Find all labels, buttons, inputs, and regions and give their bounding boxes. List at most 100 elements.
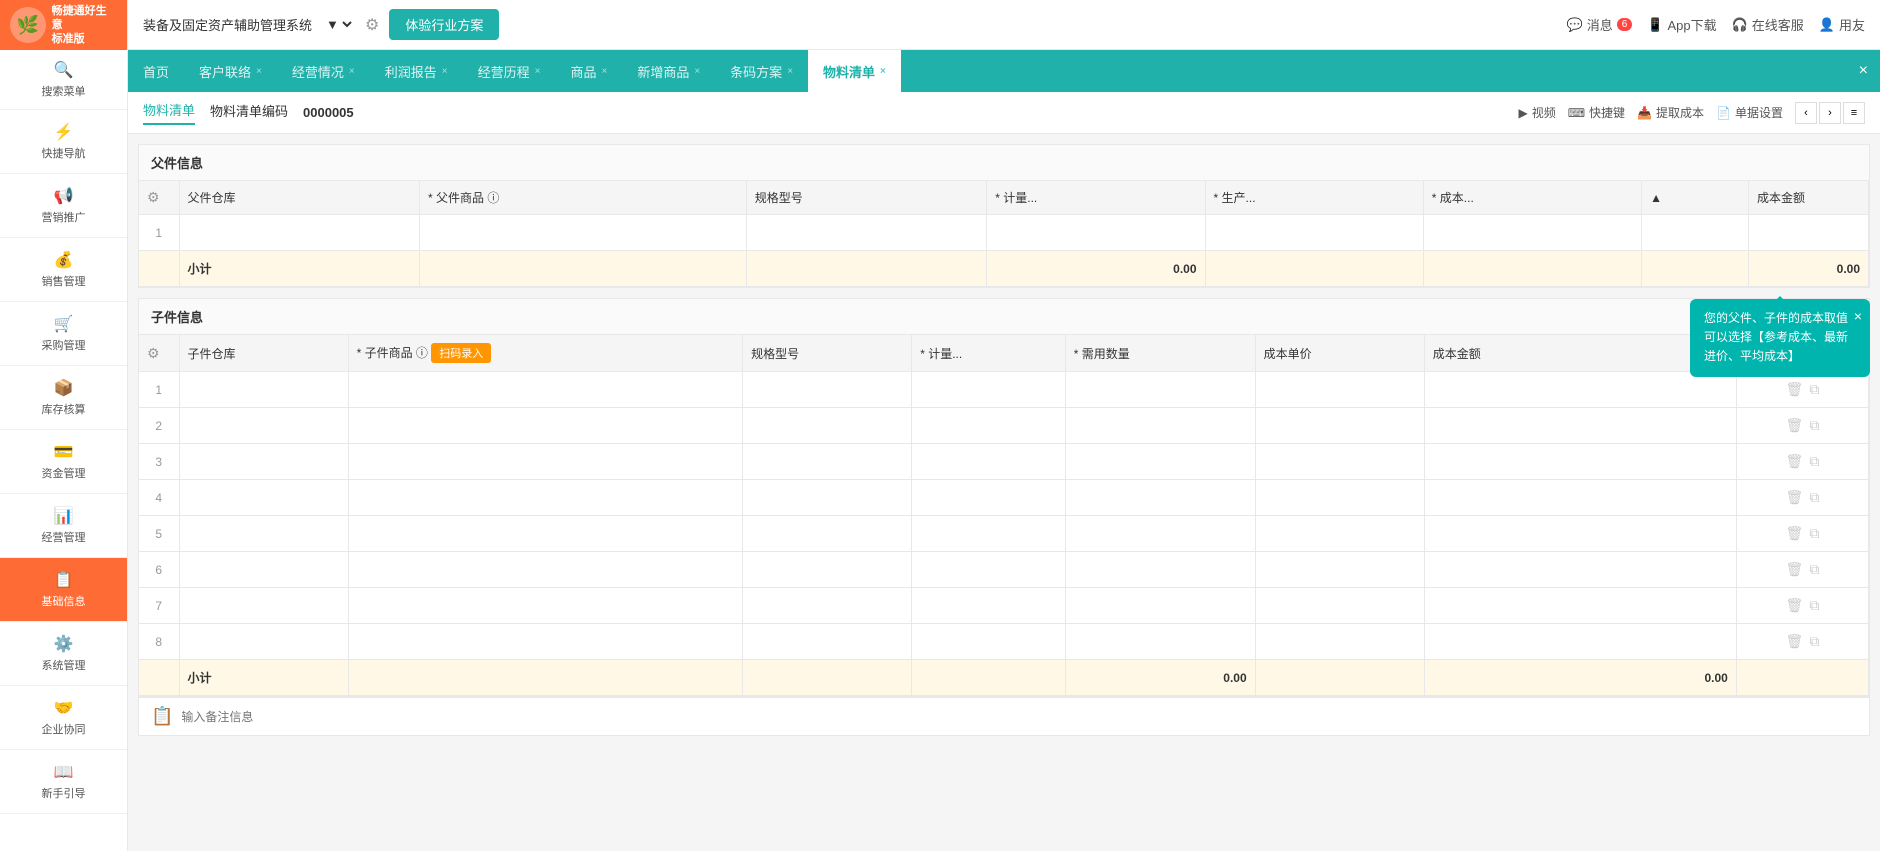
tab-biz-history[interactable]: 经营历程 × bbox=[463, 50, 556, 92]
tab-profit-report[interactable]: 利润报告 × bbox=[370, 50, 463, 92]
delete-icon-row-4[interactable]: 🗑 bbox=[1786, 489, 1804, 506]
sidebar-item-basic-info[interactable]: 📋 基础信息 bbox=[0, 558, 127, 622]
message-btn[interactable]: 💬 消息 6 bbox=[1567, 15, 1633, 34]
child-row-2-goods[interactable] bbox=[348, 408, 743, 444]
remark-input[interactable] bbox=[181, 710, 1857, 724]
child-row-5-goods[interactable] bbox=[348, 516, 743, 552]
tab-add-goods-close[interactable]: × bbox=[694, 66, 700, 77]
child-row-4-goods[interactable] bbox=[348, 480, 743, 516]
child-row-6-unit[interactable] bbox=[912, 552, 1066, 588]
sidebar-item-sales[interactable]: 💰 销售管理 bbox=[0, 238, 127, 302]
copy-icon-row-5[interactable]: ⧉ bbox=[1809, 525, 1819, 542]
child-row-2-warehouse[interactable] bbox=[179, 408, 348, 444]
delete-icon-row-2[interactable]: 🗑 bbox=[1786, 417, 1804, 434]
child-row-1-spec[interactable] bbox=[743, 372, 912, 408]
sidebar-item-marketing[interactable]: 📢 营销推广 bbox=[0, 174, 127, 238]
experience-btn[interactable]: 体验行业方案 bbox=[389, 9, 499, 40]
child-row-3-warehouse[interactable] bbox=[179, 444, 348, 480]
copy-icon-row-1[interactable]: ⧉ bbox=[1809, 381, 1819, 398]
tab-goods-close[interactable]: × bbox=[601, 66, 607, 77]
delete-icon-row-5[interactable]: 🗑 bbox=[1786, 525, 1804, 542]
sidebar-item-operation[interactable]: 📊 经营管理 bbox=[0, 494, 127, 558]
copy-icon-row-3[interactable]: ⧉ bbox=[1809, 453, 1819, 470]
tab-biz-close[interactable]: × bbox=[535, 66, 541, 77]
child-row-6-qty[interactable] bbox=[1065, 552, 1255, 588]
parent-row-1-unit[interactable] bbox=[987, 215, 1205, 251]
list-btn[interactable]: ≡ bbox=[1843, 102, 1865, 124]
parent-row-1-cost[interactable] bbox=[1423, 215, 1641, 251]
child-row-7-spec[interactable] bbox=[743, 588, 912, 624]
copy-icon-row-4[interactable]: ⧉ bbox=[1809, 489, 1819, 506]
tab-home[interactable]: 首页 bbox=[128, 50, 184, 92]
delete-icon-row-7[interactable]: 🗑 bbox=[1786, 597, 1804, 614]
child-row-7-warehouse[interactable] bbox=[179, 588, 348, 624]
parent-row-1-warehouse[interactable] bbox=[179, 215, 419, 251]
tab-op-status-close[interactable]: × bbox=[349, 66, 355, 77]
next-btn[interactable]: › bbox=[1819, 102, 1841, 124]
child-row-6-unit-cost[interactable] bbox=[1255, 552, 1424, 588]
child-row-4-unit-cost[interactable] bbox=[1255, 480, 1424, 516]
topbar-dropdown[interactable]: ▼ bbox=[322, 16, 355, 33]
copy-icon-row-6[interactable]: ⧉ bbox=[1809, 561, 1819, 578]
delete-icon-row-8[interactable]: 🗑 bbox=[1786, 633, 1804, 650]
child-row-3-unit[interactable] bbox=[912, 444, 1066, 480]
child-row-5-spec[interactable] bbox=[743, 516, 912, 552]
child-row-3-qty[interactable] bbox=[1065, 444, 1255, 480]
delete-icon-row-3[interactable]: 🗑 bbox=[1786, 453, 1804, 470]
child-row-3-goods[interactable] bbox=[348, 444, 743, 480]
child-row-4-qty[interactable] bbox=[1065, 480, 1255, 516]
child-row-7-qty[interactable] bbox=[1065, 588, 1255, 624]
child-row-1-goods[interactable] bbox=[348, 372, 743, 408]
tab-bom-close[interactable]: × bbox=[880, 66, 886, 77]
child-row-6-warehouse[interactable] bbox=[179, 552, 348, 588]
child-row-7-unit-cost[interactable] bbox=[1255, 588, 1424, 624]
child-row-2-unit[interactable] bbox=[912, 408, 1066, 444]
child-row-4-warehouse[interactable] bbox=[179, 480, 348, 516]
sidebar-item-collab[interactable]: 🤝 企业协同 bbox=[0, 686, 127, 750]
copy-icon-row-8[interactable]: ⧉ bbox=[1809, 633, 1819, 650]
child-row-3-spec[interactable] bbox=[743, 444, 912, 480]
search-menu[interactable]: 🔍 搜索菜单 bbox=[0, 50, 127, 110]
child-row-2-qty[interactable] bbox=[1065, 408, 1255, 444]
child-row-6-spec[interactable] bbox=[743, 552, 912, 588]
child-row-1-qty[interactable] bbox=[1065, 372, 1255, 408]
online-service-btn[interactable]: 🎧 在线客服 bbox=[1732, 15, 1804, 34]
settings-icon[interactable]: ⚙ bbox=[365, 15, 379, 35]
tab-barcode[interactable]: 条码方案 × bbox=[715, 50, 808, 92]
child-row-8-warehouse[interactable] bbox=[179, 624, 348, 660]
child-row-8-unit[interactable] bbox=[912, 624, 1066, 660]
child-row-8-spec[interactable] bbox=[743, 624, 912, 660]
tab-goods[interactable]: 商品 × bbox=[555, 50, 622, 92]
child-row-1-unit-cost[interactable] bbox=[1255, 372, 1424, 408]
child-row-2-spec[interactable] bbox=[743, 408, 912, 444]
sidebar-item-quick-nav[interactable]: ⚡ 快捷导航 bbox=[0, 110, 127, 174]
tab-customer-close[interactable]: × bbox=[256, 66, 262, 77]
copy-icon-row-7[interactable]: ⧉ bbox=[1809, 597, 1819, 614]
delete-icon-row-1[interactable]: 🗑 bbox=[1786, 381, 1804, 398]
child-row-5-qty[interactable] bbox=[1065, 516, 1255, 552]
tab-customer[interactable]: 客户联络 × bbox=[184, 50, 277, 92]
child-row-4-unit[interactable] bbox=[912, 480, 1066, 516]
parent-row-1-spec[interactable] bbox=[746, 215, 986, 251]
child-row-3-unit-cost[interactable] bbox=[1255, 444, 1424, 480]
single-setting-btn[interactable]: 📄 单据设置 bbox=[1716, 104, 1783, 121]
tab-barcode-close[interactable]: × bbox=[787, 66, 793, 77]
sidebar-item-guide[interactable]: 📖 新手引导 bbox=[0, 750, 127, 814]
parent-row-1-goods[interactable] bbox=[419, 215, 746, 251]
copy-icon-row-2[interactable]: ⧉ bbox=[1809, 417, 1819, 434]
child-row-7-unit[interactable] bbox=[912, 588, 1066, 624]
nav-close-all[interactable]: × bbox=[1847, 62, 1880, 80]
view-btn[interactable]: ▶ 视频 bbox=[1518, 104, 1555, 121]
user-btn[interactable]: 👤 用友 bbox=[1819, 15, 1865, 34]
sidebar-item-inventory[interactable]: 📦 库存核算 bbox=[0, 366, 127, 430]
child-row-2-unit-cost[interactable] bbox=[1255, 408, 1424, 444]
child-row-6-goods[interactable] bbox=[348, 552, 743, 588]
child-table-settings-icon[interactable]: ⚙ bbox=[147, 345, 160, 361]
tab-operation-status[interactable]: 经营情况 × bbox=[277, 50, 370, 92]
shortcut-btn[interactable]: ⌨ 快捷键 bbox=[1568, 104, 1625, 121]
tab-add-goods[interactable]: 新增商品 × bbox=[622, 50, 715, 92]
parent-row-1-produce[interactable] bbox=[1205, 215, 1423, 251]
tab-profit-close[interactable]: × bbox=[442, 66, 448, 77]
child-row-1-warehouse[interactable] bbox=[179, 372, 348, 408]
child-row-4-spec[interactable] bbox=[743, 480, 912, 516]
